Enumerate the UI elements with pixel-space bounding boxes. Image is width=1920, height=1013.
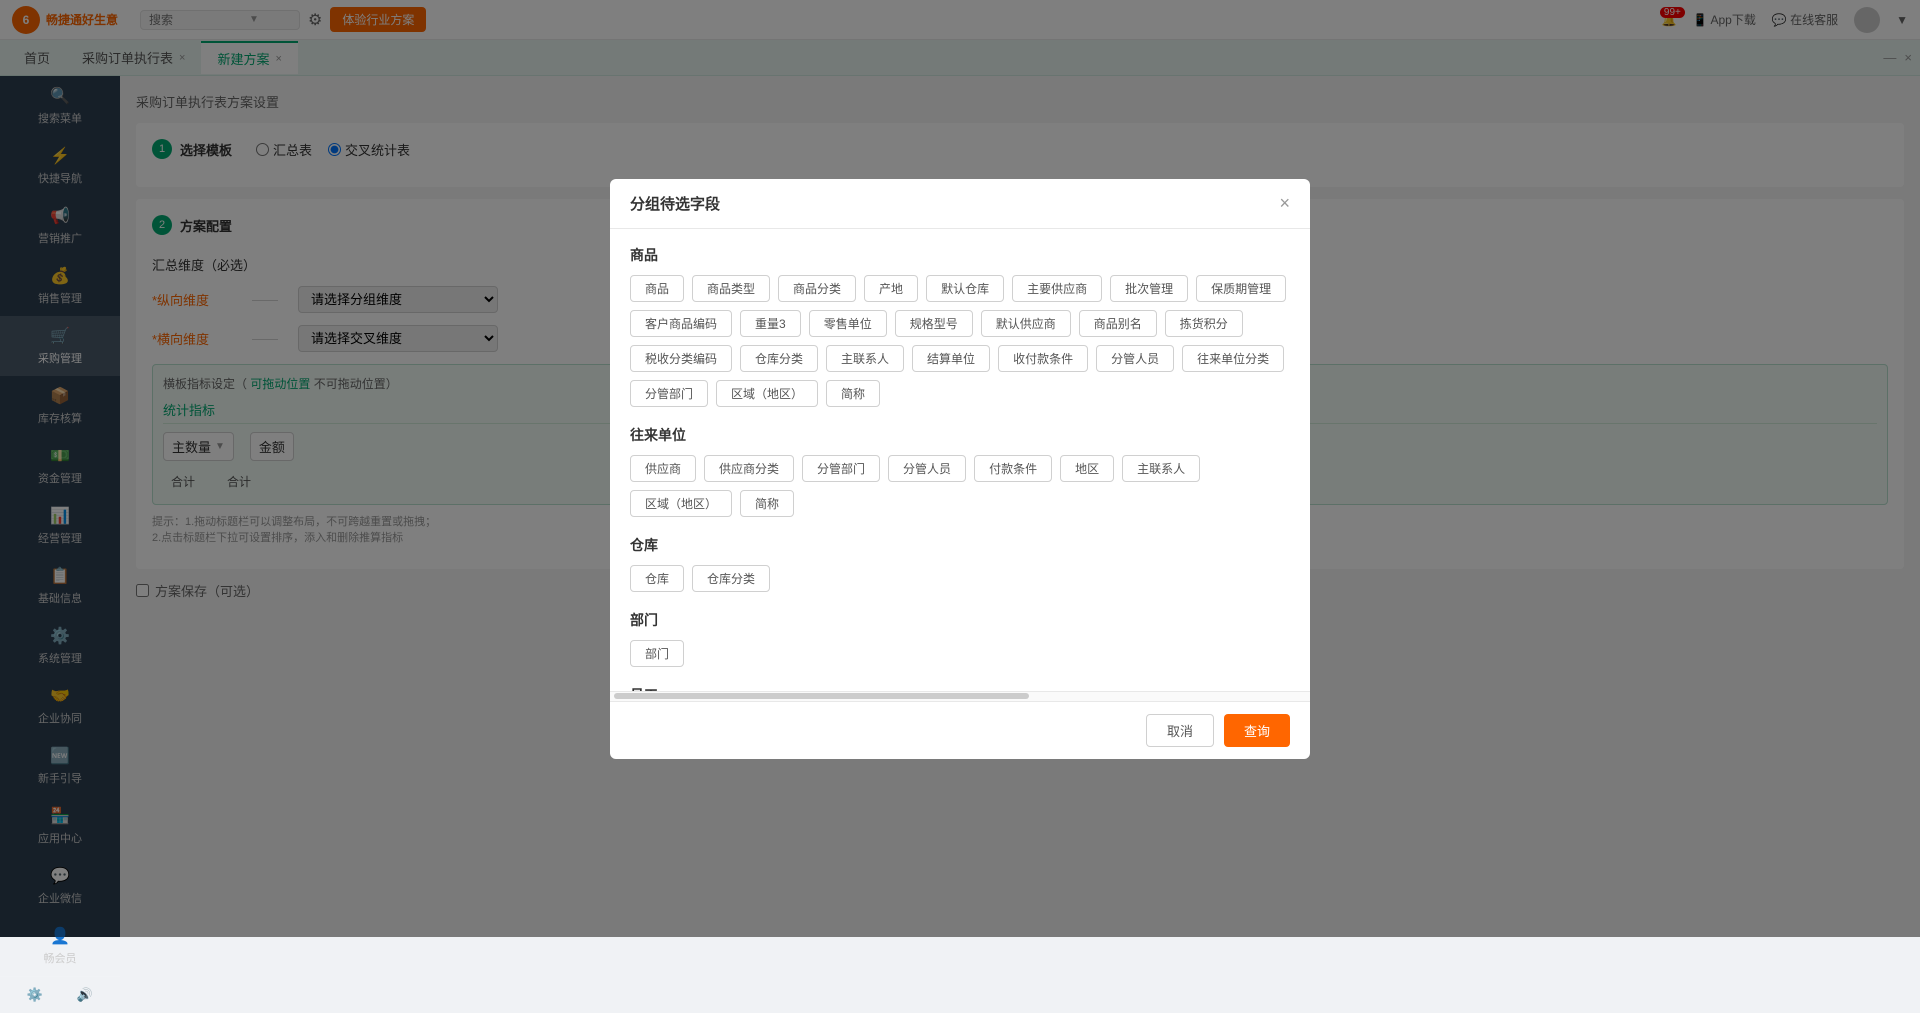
field-tag[interactable]: 简称	[740, 490, 794, 517]
warehouse-field-tags: 仓库 仓库分类	[630, 565, 1290, 592]
modal-body: 商品 商品 商品类型 商品分类 产地 默认仓库 主要供应商 批次管理 保质期管理…	[610, 229, 1310, 691]
field-group-department: 部门 部门	[630, 610, 1290, 667]
field-tag[interactable]: 默认供应商	[981, 310, 1071, 337]
field-tag[interactable]: 付款条件	[974, 455, 1052, 482]
field-tag[interactable]: 分管人员	[888, 455, 966, 482]
field-tag[interactable]: 往来单位分类	[1182, 345, 1284, 372]
sidebar-item-member-label: 畅会员	[44, 950, 77, 966]
department-field-tags: 部门	[630, 640, 1290, 667]
field-tag[interactable]: 分管部门	[802, 455, 880, 482]
field-tag[interactable]: 主联系人	[1122, 455, 1200, 482]
field-group-partner-title: 往来单位	[630, 425, 1290, 445]
field-tag[interactable]: 主要供应商	[1012, 275, 1102, 302]
field-tag[interactable]: 产地	[864, 275, 918, 302]
modal-overlay: 分组待选字段 × 商品 商品 商品类型 商品分类 产地 默认仓库 主要供应商 批…	[0, 0, 1920, 937]
field-tag[interactable]: 商品分类	[778, 275, 856, 302]
field-tag[interactable]: 收付款条件	[998, 345, 1088, 372]
field-tag[interactable]: 仓库分类	[740, 345, 818, 372]
field-tag[interactable]: 规格型号	[895, 310, 973, 337]
product-field-tags: 商品 商品类型 商品分类 产地 默认仓库 主要供应商 批次管理 保质期管理 客户…	[630, 275, 1290, 407]
field-tag[interactable]: 零售单位	[809, 310, 887, 337]
field-group-department-title: 部门	[630, 610, 1290, 630]
field-tag[interactable]: 保质期管理	[1196, 275, 1286, 302]
modal-footer: 取消 查询	[610, 701, 1310, 759]
field-tag[interactable]: 拣货积分	[1165, 310, 1243, 337]
modal-hscroll[interactable]	[610, 691, 1310, 701]
field-tag[interactable]: 主联系人	[826, 345, 904, 372]
field-tag[interactable]: 结算单位	[912, 345, 990, 372]
field-select-modal: 分组待选字段 × 商品 商品 商品类型 商品分类 产地 默认仓库 主要供应商 批…	[610, 179, 1310, 759]
field-tag[interactable]: 供应商	[630, 455, 696, 482]
cancel-button[interactable]: 取消	[1146, 714, 1214, 747]
field-group-warehouse: 仓库 仓库 仓库分类	[630, 535, 1290, 592]
sidebar-audio-icon[interactable]: 🔊	[77, 987, 93, 1003]
field-tag[interactable]: 客户商品编码	[630, 310, 732, 337]
field-tag[interactable]: 批次管理	[1110, 275, 1188, 302]
field-group-partner: 往来单位 供应商 供应商分类 分管部门 分管人员 付款条件 地区 主联系人 区域…	[630, 425, 1290, 517]
field-tag[interactable]: 仓库分类	[692, 565, 770, 592]
field-tag[interactable]: 分管人员	[1096, 345, 1174, 372]
field-tag[interactable]: 区域（地区）	[630, 490, 732, 517]
confirm-button[interactable]: 查询	[1224, 714, 1290, 747]
modal-title: 分组待选字段	[630, 193, 720, 214]
partner-field-tags: 供应商 供应商分类 分管部门 分管人员 付款条件 地区 主联系人 区域（地区） …	[630, 455, 1290, 517]
field-tag[interactable]: 区域（地区）	[716, 380, 818, 407]
field-tag[interactable]: 简称	[826, 380, 880, 407]
field-tag[interactable]: 商品	[630, 275, 684, 302]
modal-close-icon[interactable]: ×	[1279, 193, 1290, 214]
field-tag[interactable]: 供应商分类	[704, 455, 794, 482]
field-tag[interactable]: 重量3	[740, 310, 801, 337]
field-tag[interactable]: 商品别名	[1079, 310, 1157, 337]
field-tag[interactable]: 税收分类编码	[630, 345, 732, 372]
field-tag[interactable]: 部门	[630, 640, 684, 667]
field-tag[interactable]: 地区	[1060, 455, 1114, 482]
modal-header: 分组待选字段 ×	[610, 179, 1310, 229]
sidebar-settings-icon[interactable]: ⚙️	[27, 987, 43, 1003]
field-tag[interactable]: 仓库	[630, 565, 684, 592]
hscroll-thumb	[614, 693, 1029, 699]
sidebar-bottom: ⚙️ 🔊	[0, 976, 120, 1013]
field-tag[interactable]: 默认仓库	[926, 275, 1004, 302]
field-tag[interactable]: 商品类型	[692, 275, 770, 302]
field-tag[interactable]: 分管部门	[630, 380, 708, 407]
field-group-product: 商品 商品 商品类型 商品分类 产地 默认仓库 主要供应商 批次管理 保质期管理…	[630, 245, 1290, 407]
field-group-warehouse-title: 仓库	[630, 535, 1290, 555]
field-group-product-title: 商品	[630, 245, 1290, 265]
